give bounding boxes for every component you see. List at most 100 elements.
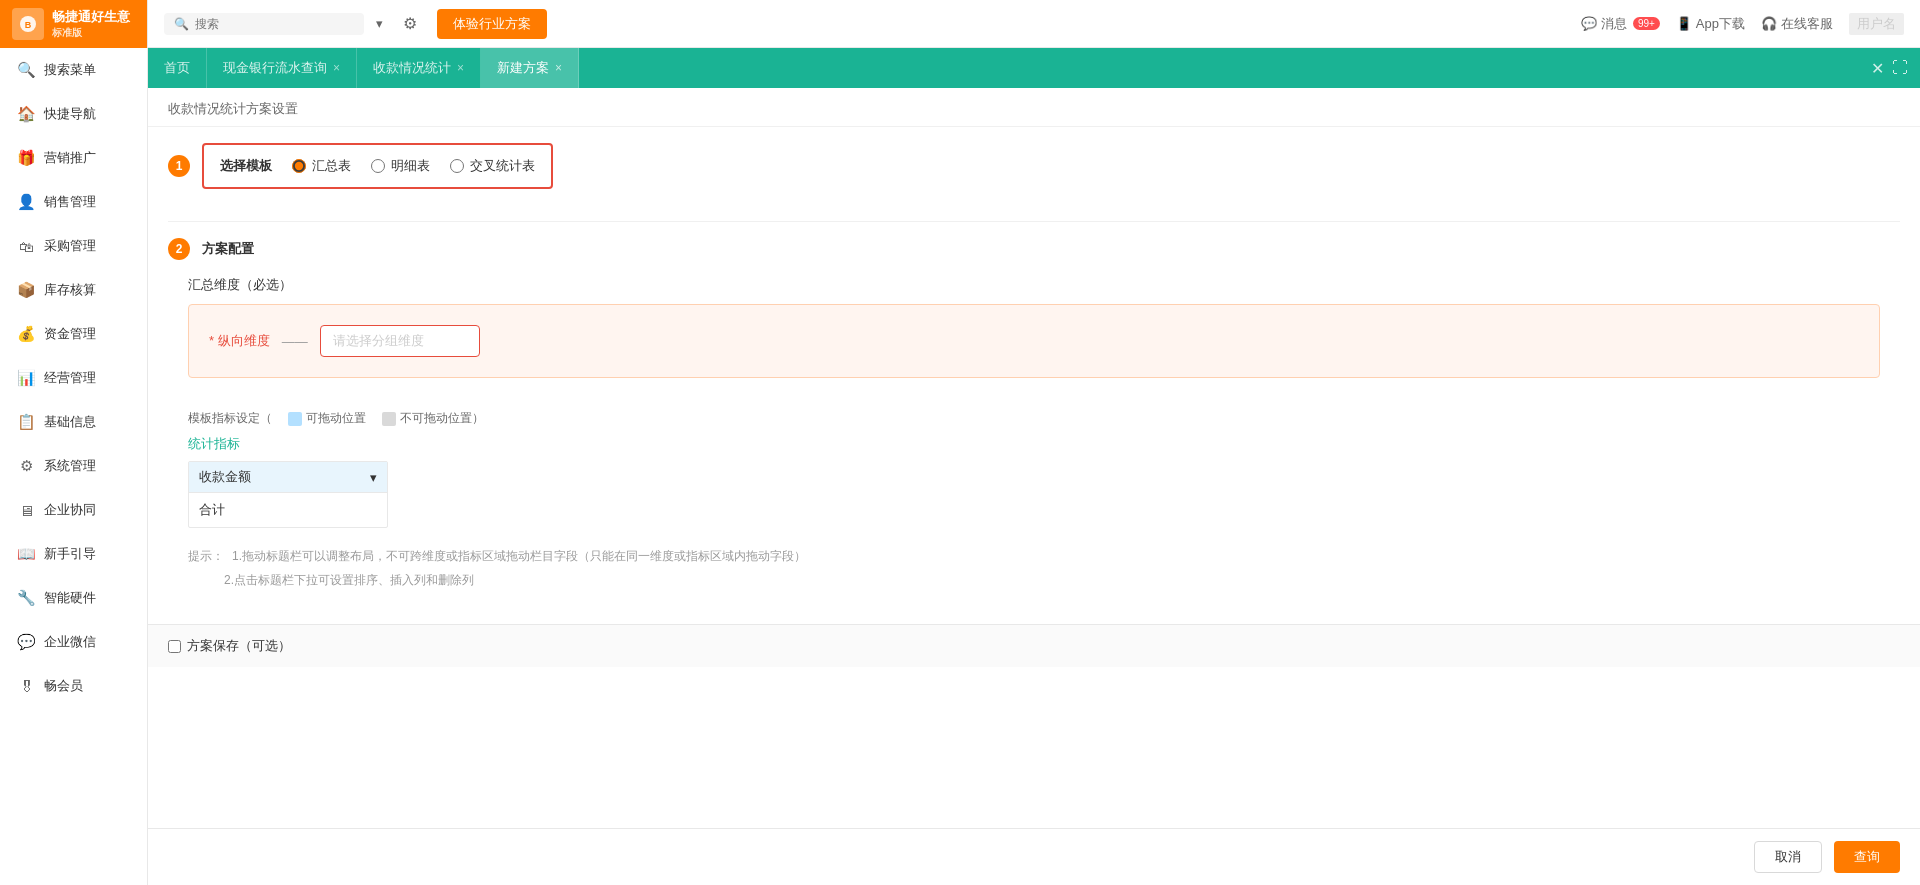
chat-icon: 💬 xyxy=(16,632,36,652)
sidebar-item-marketing[interactable]: 🎁 营销推广 xyxy=(0,136,147,180)
tab-bank-flow[interactable]: 现金银行流水查询 × xyxy=(207,48,357,88)
sidebar-item-search-menu[interactable]: 🔍 搜索菜单 xyxy=(0,48,147,92)
tab-home[interactable]: 首页 xyxy=(148,48,207,88)
sidebar-item-enterprise[interactable]: 🖥 企业协同 xyxy=(0,488,147,532)
sidebar-item-label: 系统管理 xyxy=(44,457,96,475)
metrics-table-header[interactable]: 收款金额 ▾ xyxy=(189,462,387,493)
topbar-search[interactable]: 🔍 xyxy=(164,13,364,35)
wrench-icon: 🔧 xyxy=(16,588,36,608)
sidebar-item-basic[interactable]: 📋 基础信息 xyxy=(0,400,147,444)
sidebar-item-finance[interactable]: 💰 资金管理 xyxy=(0,312,147,356)
window-close-icon[interactable]: ✕ xyxy=(1871,59,1884,78)
logo-icon: B xyxy=(12,8,44,40)
sidebar-logo: B 畅捷通好生意 标准版 xyxy=(0,0,147,48)
sidebar-item-operation[interactable]: 📊 经营管理 xyxy=(0,356,147,400)
arrow-icon: —— xyxy=(282,334,308,349)
tab-bank-flow-label: 现金银行流水查询 xyxy=(223,59,327,77)
sidebar-item-member[interactable]: 🎖 畅会员 xyxy=(0,664,147,708)
search-icon: 🔍 xyxy=(174,17,189,31)
sidebar-item-hardware[interactable]: 🔧 智能硬件 xyxy=(0,576,147,620)
dimension-select[interactable]: 请选择分组维度 xyxy=(320,325,480,357)
medal-icon: 🎖 xyxy=(16,676,36,696)
tabbar: 首页 现金银行流水查询 × 收款情况统计 × 新建方案 × ✕ ⛶ xyxy=(148,48,1920,88)
sidebar-item-quick-nav[interactable]: 🏠 快捷导航 xyxy=(0,92,147,136)
step2-section: 2 方案配置 汇总维度（必选） 纵向维度 —— 请选择分组维度 xyxy=(148,222,1920,624)
dropdown-arrow-icon[interactable]: ▾ xyxy=(370,470,377,485)
save-checkbox[interactable] xyxy=(168,640,181,653)
download-item[interactable]: 📱 App下载 xyxy=(1676,15,1745,33)
draggable-label: 可拖动位置 xyxy=(306,410,366,427)
page-title: 收款情况统计方案设置 xyxy=(148,88,1920,127)
support-label: 在线客服 xyxy=(1781,15,1833,33)
metrics-label: 统计指标 xyxy=(188,435,1880,453)
tab-bank-flow-close[interactable]: × xyxy=(333,61,340,75)
bottom-bar: 取消 查询 xyxy=(148,828,1920,885)
sidebar-item-label: 采购管理 xyxy=(44,237,96,255)
tab-collection-stats[interactable]: 收款情况统计 × xyxy=(357,48,481,88)
sidebar-item-label: 库存核算 xyxy=(44,281,96,299)
sidebar-item-label: 快捷导航 xyxy=(44,105,96,123)
step1-label: 选择模板 xyxy=(220,157,272,175)
non-draggable-label: 不可拖动位置） xyxy=(400,410,484,427)
sidebar-item-wechat[interactable]: 💬 企业微信 xyxy=(0,620,147,664)
user-icon: 👤 xyxy=(16,192,36,212)
radio-cross[interactable]: 交叉统计表 xyxy=(450,157,535,175)
tab-new-plan-close[interactable]: × xyxy=(555,61,562,75)
radio-summary[interactable]: 汇总表 xyxy=(292,157,351,175)
save-option[interactable]: 方案保存（可选） xyxy=(168,637,291,655)
tab-new-plan[interactable]: 新建方案 × xyxy=(481,48,579,88)
sidebar-item-label: 搜索菜单 xyxy=(44,61,96,79)
metrics-section: 模板指标设定（ 可拖动位置 不可拖动位置） 统计指标 xyxy=(168,410,1900,528)
notification-label: 消息 xyxy=(1601,15,1627,33)
home-icon: 🏠 xyxy=(16,104,36,124)
radio-detail[interactable]: 明细表 xyxy=(371,157,430,175)
download-icon: 📱 xyxy=(1676,16,1692,31)
notification-badge: 99+ xyxy=(1633,17,1660,30)
vertical-dimension-label: 纵向维度 xyxy=(209,332,270,350)
sidebar-item-system[interactable]: ⚙ 系统管理 xyxy=(0,444,147,488)
search-input[interactable] xyxy=(195,17,335,31)
non-draggable-tag: 不可拖动位置） xyxy=(382,410,484,427)
metrics-row-label: 合计 xyxy=(199,502,225,517)
trial-button[interactable]: 体验行业方案 xyxy=(437,9,547,39)
support-item[interactable]: 🎧 在线客服 xyxy=(1761,15,1833,33)
bag-icon: 🛍 xyxy=(16,236,36,256)
sidebar-item-purchase[interactable]: 🛍 采购管理 xyxy=(0,224,147,268)
radio-detail-input[interactable] xyxy=(371,159,385,173)
sidebar-item-sales[interactable]: 👤 销售管理 xyxy=(0,180,147,224)
topbar-dropdown[interactable]: ▾ xyxy=(376,16,383,31)
radio-summary-input[interactable] xyxy=(292,159,306,173)
topbar: 🔍 ▾ ⚙ 体验行业方案 💬 消息 99+ 📱 App下载 🎧 在线客服 用户名 xyxy=(148,0,1920,48)
user-profile[interactable]: 用户名 xyxy=(1849,13,1904,35)
tab-collection-stats-label: 收款情况统计 xyxy=(373,59,451,77)
tip-line-1: 提示： 1.拖动标题栏可以调整布局，不可跨维度或指标区域拖动栏目字段（只能在同一… xyxy=(188,544,1880,568)
non-draggable-dot xyxy=(382,412,396,426)
sidebar-item-label: 新手引导 xyxy=(44,545,96,563)
tab-actions: ✕ ⛶ xyxy=(1871,59,1920,78)
radio-cross-label: 交叉统计表 xyxy=(470,157,535,175)
draggable-dot xyxy=(288,412,302,426)
save-option-label: 方案保存（可选） xyxy=(187,637,291,655)
notification-item[interactable]: 💬 消息 99+ xyxy=(1581,15,1660,33)
tab-home-label: 首页 xyxy=(164,59,190,77)
radio-cross-input[interactable] xyxy=(450,159,464,173)
book-icon: 📖 xyxy=(16,544,36,564)
content: 收款情况统计方案设置 1 选择模板 汇总表 xyxy=(148,88,1920,828)
main: 🔍 ▾ ⚙ 体验行业方案 💬 消息 99+ 📱 App下载 🎧 在线客服 用户名 xyxy=(148,0,1920,885)
settings-gear[interactable]: ⚙ xyxy=(395,9,425,39)
tips-section: 提示： 1.拖动标题栏可以调整布局，不可跨维度或指标区域拖动栏目字段（只能在同一… xyxy=(168,528,1900,608)
tab-collection-stats-close[interactable]: × xyxy=(457,61,464,75)
clipboard-icon: 📋 xyxy=(16,412,36,432)
sidebar-item-inventory[interactable]: 📦 库存核算 xyxy=(0,268,147,312)
query-button[interactable]: 查询 xyxy=(1834,841,1900,873)
logo-name: 畅捷通好生意 xyxy=(52,8,130,26)
cancel-button[interactable]: 取消 xyxy=(1754,841,1822,873)
sidebar-item-label: 基础信息 xyxy=(44,413,96,431)
sidebar-item-guide[interactable]: 📖 新手引导 xyxy=(0,532,147,576)
window-maximize-icon[interactable]: ⛶ xyxy=(1892,59,1908,77)
tip-text-1: 1.拖动标题栏可以调整布局，不可跨维度或指标区域拖动栏目字段（只能在同一维度或指… xyxy=(232,544,806,568)
sidebar-nav: 🔍 搜索菜单 🏠 快捷导航 🎁 营销推广 👤 销售管理 🛍 采购管理 📦 库存核… xyxy=(0,48,147,885)
chart-icon: 📊 xyxy=(16,368,36,388)
sidebar-item-label: 营销推广 xyxy=(44,149,96,167)
step2-label: 方案配置 xyxy=(202,240,254,258)
